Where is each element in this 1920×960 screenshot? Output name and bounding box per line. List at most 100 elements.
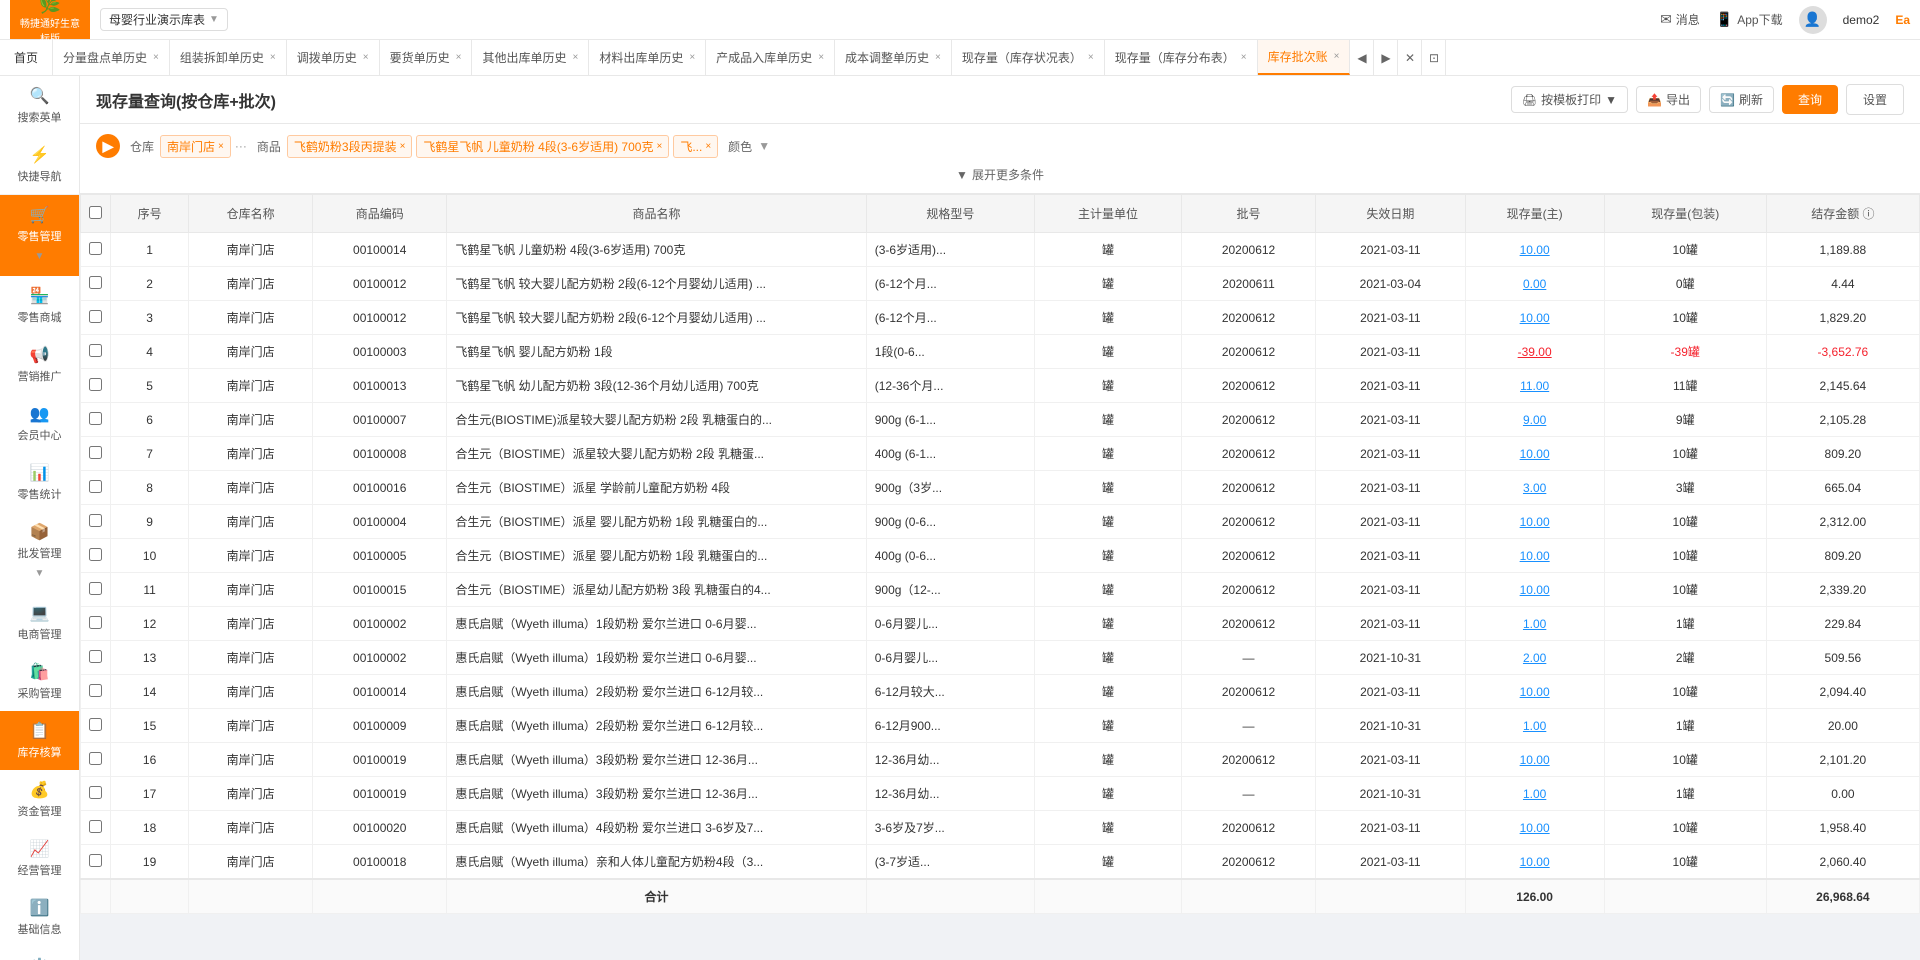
- color-dropdown-icon[interactable]: ▼: [758, 139, 770, 153]
- cell-checkbox[interactable]: [81, 233, 111, 267]
- cell-stock-main[interactable]: 10.00: [1465, 573, 1604, 607]
- more-options-indicator[interactable]: ···: [235, 139, 247, 153]
- tab-close-button[interactable]: ✕: [1398, 40, 1422, 75]
- message-button[interactable]: ✉ 消息: [1660, 11, 1700, 28]
- sidebar-item-shop[interactable]: 🏪 零售商城: [0, 276, 79, 335]
- cell-checkbox[interactable]: [81, 607, 111, 641]
- cell-stock-main[interactable]: 0.00: [1465, 267, 1604, 301]
- sidebar-item-retail-mgmt[interactable]: 🛒 零售管理 ▼: [0, 195, 79, 276]
- logo[interactable]: 🌿 畅捷通好生意 标版: [10, 0, 90, 39]
- sidebar-item-search[interactable]: 🔍 搜索英单: [0, 76, 79, 135]
- cell-checkbox[interactable]: [81, 539, 111, 573]
- sidebar-item-inventory[interactable]: 📋 库存核算: [0, 711, 79, 770]
- tab-xiancunliang1[interactable]: 现存量（库存状况表） ×: [952, 40, 1105, 75]
- cell-stock-main[interactable]: 10.00: [1465, 301, 1604, 335]
- cell-stock-main[interactable]: 3.00: [1465, 471, 1604, 505]
- tab-xiancunliang2[interactable]: 现存量（库存分布表） ×: [1105, 40, 1258, 75]
- tab-chanchengpinruku[interactable]: 产成品入库单历史 ×: [706, 40, 835, 75]
- print-button[interactable]: 🖨 按模板打印 ▼: [1511, 86, 1628, 113]
- tab-fenliangpandian[interactable]: 分量盘点单历史 ×: [53, 40, 170, 75]
- select-all-checkbox[interactable]: [89, 206, 102, 219]
- refresh-button[interactable]: 🔄 刷新: [1709, 86, 1774, 113]
- cell-stock-main[interactable]: 10.00: [1465, 437, 1604, 471]
- cell-stock-main[interactable]: -39.00: [1465, 335, 1604, 369]
- cell-stock-main[interactable]: 10.00: [1465, 675, 1604, 709]
- cell-checkbox[interactable]: [81, 573, 111, 607]
- close-icon[interactable]: ×: [363, 52, 369, 63]
- sidebar-item-business[interactable]: 📈 经营管理: [0, 829, 79, 888]
- cell-checkbox[interactable]: [81, 301, 111, 335]
- tab-qitachuku[interactable]: 其他出库单历史 ×: [472, 40, 589, 75]
- close-icon[interactable]: ×: [456, 52, 462, 63]
- settings-button[interactable]: 设置: [1846, 84, 1904, 115]
- cell-stock-main[interactable]: 9.00: [1465, 403, 1604, 437]
- cell-checkbox[interactable]: [81, 845, 111, 880]
- product-tag-1[interactable]: 飞鹤星飞帆 儿童奶粉 4段(3-6岁适用) 700克 ×: [416, 135, 669, 158]
- close-icon[interactable]: ×: [270, 52, 276, 63]
- user-name[interactable]: demo2: [1843, 13, 1880, 27]
- close-icon[interactable]: ×: [705, 141, 711, 152]
- cell-checkbox[interactable]: [81, 267, 111, 301]
- cell-stock-main[interactable]: 1.00: [1465, 777, 1604, 811]
- cell-checkbox[interactable]: [81, 505, 111, 539]
- cell-stock-main[interactable]: 11.00: [1465, 369, 1604, 403]
- close-icon[interactable]: ×: [400, 141, 406, 152]
- sidebar-item-member[interactable]: 👥 会员中心: [0, 394, 79, 453]
- sidebar-item-purchase[interactable]: 🛍️ 采购管理: [0, 652, 79, 711]
- cell-checkbox[interactable]: [81, 709, 111, 743]
- sidebar-item-base-info[interactable]: ℹ️ 基础信息: [0, 888, 79, 947]
- sidebar-item-finance[interactable]: 💰 资金管理: [0, 770, 79, 829]
- expand-filter-button[interactable]: ▼ 展开更多条件: [956, 166, 1044, 183]
- sidebar-item-ecommerce[interactable]: 💻 电商管理: [0, 593, 79, 652]
- cell-checkbox[interactable]: [81, 369, 111, 403]
- close-icon[interactable]: ×: [656, 141, 662, 152]
- sidebar-item-marketing[interactable]: 📢 营销推广: [0, 335, 79, 394]
- tab-prev-button[interactable]: ◀: [1350, 40, 1374, 75]
- export-button[interactable]: 📤 导出: [1636, 86, 1701, 113]
- app-download-button[interactable]: 📱 App下载: [1716, 11, 1783, 28]
- cell-checkbox[interactable]: [81, 403, 111, 437]
- cell-stock-main[interactable]: 2.00: [1465, 641, 1604, 675]
- cell-stock-main[interactable]: 10.00: [1465, 845, 1604, 880]
- cell-stock-main[interactable]: 10.00: [1465, 505, 1604, 539]
- tab-zuzhangchaijian[interactable]: 组装拆卸单历史 ×: [170, 40, 287, 75]
- tab-next-button[interactable]: ▶: [1374, 40, 1398, 75]
- cell-checkbox[interactable]: [81, 471, 111, 505]
- close-icon[interactable]: ×: [935, 52, 941, 63]
- tab-menu-button[interactable]: ⊡: [1422, 40, 1446, 75]
- cell-checkbox[interactable]: [81, 437, 111, 471]
- cell-checkbox[interactable]: [81, 675, 111, 709]
- tab-diaobodanls[interactable]: 调拨单历史 ×: [287, 40, 380, 75]
- sidebar-item-wholesale[interactable]: 📦 批发管理 ▼: [0, 512, 79, 593]
- tab-yaohuo[interactable]: 要货单历史 ×: [380, 40, 473, 75]
- sidebar-item-quicknav[interactable]: ⚡ 快捷导航: [0, 135, 79, 194]
- header-checkbox[interactable]: [81, 195, 111, 233]
- close-icon[interactable]: ×: [1088, 52, 1094, 63]
- filter-toggle-button[interactable]: ▶: [96, 134, 120, 158]
- cell-checkbox[interactable]: [81, 335, 111, 369]
- query-button[interactable]: 查询: [1782, 85, 1838, 114]
- close-icon[interactable]: ×: [1241, 52, 1247, 63]
- cell-stock-main[interactable]: 10.00: [1465, 811, 1604, 845]
- cell-stock-main[interactable]: 10.00: [1465, 743, 1604, 777]
- cell-checkbox[interactable]: [81, 811, 111, 845]
- sidebar-item-system[interactable]: ⚙️ 系统管理: [0, 947, 79, 960]
- product-tag-0[interactable]: 飞鹤奶粉3段丙提装 ×: [287, 135, 413, 158]
- close-icon[interactable]: ×: [1334, 51, 1340, 62]
- cell-checkbox[interactable]: [81, 641, 111, 675]
- close-icon[interactable]: ×: [572, 52, 578, 63]
- warehouse-tag-nananjd[interactable]: 南岸门店 ×: [160, 135, 231, 158]
- cell-checkbox[interactable]: [81, 743, 111, 777]
- close-icon[interactable]: ×: [818, 52, 824, 63]
- product-tag-2[interactable]: 飞... ×: [673, 135, 718, 158]
- cell-stock-main[interactable]: 1.00: [1465, 709, 1604, 743]
- close-icon[interactable]: ×: [689, 52, 695, 63]
- cell-checkbox[interactable]: [81, 777, 111, 811]
- cell-stock-main[interactable]: 10.00: [1465, 539, 1604, 573]
- warehouse-selector[interactable]: 母婴行业演示库表 ▼: [100, 8, 228, 31]
- tab-cailiaochuku[interactable]: 材料出库单历史 ×: [589, 40, 706, 75]
- close-icon[interactable]: ×: [218, 141, 224, 152]
- close-icon[interactable]: ×: [153, 52, 159, 63]
- cell-stock-main[interactable]: 10.00: [1465, 233, 1604, 267]
- tab-kucunpicizh[interactable]: 库存批次账 ×: [1258, 40, 1351, 75]
